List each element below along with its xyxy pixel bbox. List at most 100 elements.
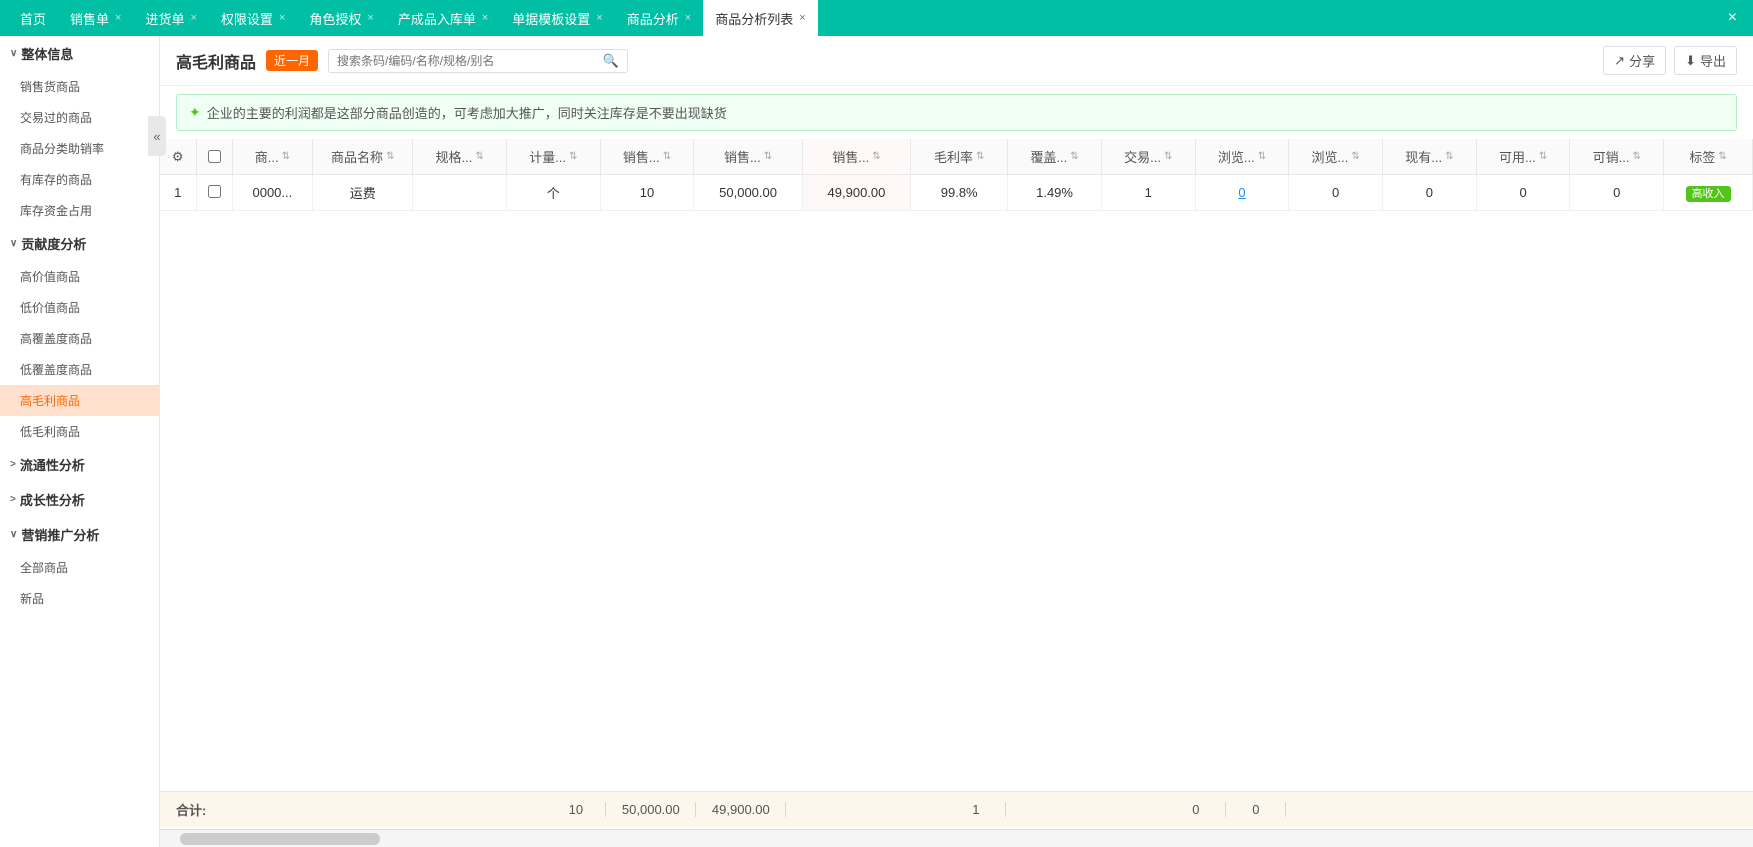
- th-coverage[interactable]: 覆盖... ⇅: [1008, 139, 1102, 175]
- th-view1[interactable]: 浏览... ⇅: [1195, 139, 1289, 175]
- sidebar-item-traded-goods[interactable]: 交易过的商品: [0, 102, 159, 133]
- export-button[interactable]: ⬇ 导出: [1674, 46, 1737, 75]
- bottom-scrollbar[interactable]: [160, 829, 1753, 847]
- nav-analysis-list[interactable]: 商品分析列表 ×: [703, 0, 817, 36]
- footer-cell-9: 1: [946, 802, 1006, 817]
- close-product-inbound-tab[interactable]: ×: [482, 12, 488, 24]
- action-buttons: ↗ 分享 ⬇ 导出: [1603, 46, 1737, 75]
- sort-unit-icon[interactable]: ⇅: [569, 151, 577, 162]
- th-view2[interactable]: 浏览... ⇅: [1289, 139, 1383, 175]
- footer-cell-13: 0: [1226, 802, 1286, 817]
- close-analysis-list-tab[interactable]: ×: [799, 12, 805, 24]
- cell-sales-amount: 50,000.00: [694, 175, 802, 211]
- nav-sales[interactable]: 销售单 ×: [58, 0, 133, 36]
- sidebar-item-all-goods[interactable]: 全部商品: [0, 552, 159, 583]
- th-name[interactable]: 商品名称 ⇅: [313, 139, 413, 175]
- th-sales-profit[interactable]: 销售... ⇅: [802, 139, 910, 175]
- date-filter-button[interactable]: 近一月: [266, 50, 318, 71]
- arrow-contribution: ∨: [10, 238, 17, 249]
- th-spec[interactable]: 规格... ⇅: [413, 139, 507, 175]
- sidebar-item-low-value[interactable]: 低价值商品: [0, 292, 159, 323]
- sort-code-icon[interactable]: ⇅: [282, 151, 290, 162]
- sort-name-icon[interactable]: ⇅: [386, 151, 394, 162]
- cell-stock-current: 0: [1383, 175, 1477, 211]
- nav-purchase[interactable]: 进货单 ×: [133, 0, 208, 36]
- close-roles-tab[interactable]: ×: [367, 12, 373, 24]
- table-header-row: ⚙ 商... ⇅: [160, 139, 1753, 175]
- sidebar-group-marketing[interactable]: ∨ 营销推广分析: [0, 517, 159, 552]
- close-purchase-tab[interactable]: ×: [190, 12, 196, 24]
- sidebar-item-high-coverage[interactable]: 高覆盖度商品: [0, 323, 159, 354]
- sort-available-icon[interactable]: ⇅: [1539, 151, 1547, 162]
- th-checkbox[interactable]: [196, 139, 232, 175]
- th-sales-qty[interactable]: 销售... ⇅: [600, 139, 694, 175]
- row-checkbox[interactable]: [208, 185, 221, 198]
- cell-name: 运费: [313, 175, 413, 211]
- sort-amount-icon[interactable]: ⇅: [764, 151, 772, 162]
- cell-code: 0000...: [232, 175, 313, 211]
- sidebar-item-category-ratio[interactable]: 商品分类助销率: [0, 133, 159, 164]
- sort-coverage-icon[interactable]: ⇅: [1070, 151, 1078, 162]
- sidebar-item-sales-goods[interactable]: 销售货商品: [0, 71, 159, 102]
- nav-permissions[interactable]: 权限设置 ×: [209, 0, 297, 36]
- search-box[interactable]: 🔍: [328, 49, 628, 73]
- sidebar-group-overview[interactable]: ∨ 整体信息: [0, 36, 159, 71]
- sort-qty-icon[interactable]: ⇅: [663, 151, 671, 162]
- nav-product-analysis[interactable]: 商品分析 ×: [615, 0, 703, 36]
- th-code[interactable]: 商... ⇅: [232, 139, 313, 175]
- sidebar-group-contribution[interactable]: ∨ 贡献度分析: [0, 226, 159, 261]
- sidebar-item-high-value[interactable]: 高价值商品: [0, 261, 159, 292]
- settings-icon[interactable]: ⚙: [172, 149, 184, 165]
- th-stock-current[interactable]: 现有... ⇅: [1383, 139, 1477, 175]
- th-gross-margin[interactable]: 毛利率 ⇅: [911, 139, 1008, 175]
- sort-margin-icon[interactable]: ⇅: [976, 151, 984, 162]
- page-title: 高毛利商品: [176, 49, 256, 73]
- th-stock-sellable[interactable]: 可销... ⇅: [1570, 139, 1664, 175]
- sort-view1-icon[interactable]: ⇅: [1258, 151, 1266, 162]
- sort-sellable-icon[interactable]: ⇅: [1633, 151, 1641, 162]
- th-transaction[interactable]: 交易... ⇅: [1101, 139, 1195, 175]
- sort-view2-icon[interactable]: ⇅: [1351, 151, 1359, 162]
- arrow-growth: >: [10, 494, 16, 505]
- nav-product-inbound[interactable]: 产成品入库单 ×: [386, 0, 500, 36]
- sidebar-collapse-button[interactable]: «: [148, 116, 166, 156]
- sidebar-item-stocked-goods[interactable]: 有库存的商品: [0, 164, 159, 195]
- nav-roles[interactable]: 角色授权 ×: [297, 0, 385, 36]
- sidebar-item-stock-capital[interactable]: 库存资金占用: [0, 195, 159, 226]
- sort-stock-icon[interactable]: ⇅: [1445, 151, 1453, 162]
- close-all-tabs[interactable]: ×: [1720, 9, 1745, 27]
- cell-stock-available: 0: [1476, 175, 1570, 211]
- nav-home[interactable]: 首页: [8, 0, 58, 36]
- export-icon: ⬇: [1685, 53, 1696, 69]
- table-container: ⚙ 商... ⇅: [160, 139, 1753, 847]
- nav-template-settings[interactable]: 单据模板设置 ×: [500, 0, 614, 36]
- footer-cell-6: 49,900.00: [696, 802, 786, 817]
- sort-transaction-icon[interactable]: ⇅: [1164, 151, 1172, 162]
- data-table: ⚙ 商... ⇅: [160, 139, 1753, 211]
- cell-view1[interactable]: 0: [1195, 175, 1289, 211]
- th-tag[interactable]: 标签 ⇅: [1664, 139, 1753, 175]
- sidebar-group-growth[interactable]: > 成长性分析: [0, 482, 159, 517]
- sidebar-item-low-coverage[interactable]: 低覆盖度商品: [0, 354, 159, 385]
- th-sales-amount[interactable]: 销售... ⇅: [694, 139, 802, 175]
- close-template-tab[interactable]: ×: [596, 12, 602, 24]
- close-sales-tab[interactable]: ×: [115, 12, 121, 24]
- search-icon[interactable]: 🔍: [603, 53, 619, 69]
- sort-profit-icon[interactable]: ⇅: [872, 151, 880, 162]
- select-all-checkbox[interactable]: [208, 150, 221, 163]
- search-input[interactable]: [337, 54, 603, 68]
- sidebar-group-liquidity[interactable]: > 流通性分析: [0, 447, 159, 482]
- th-stock-available[interactable]: 可用... ⇅: [1476, 139, 1570, 175]
- sort-spec-icon[interactable]: ⇅: [475, 151, 483, 162]
- sort-tag-icon[interactable]: ⇅: [1718, 151, 1726, 162]
- sidebar-item-high-margin[interactable]: 高毛利商品: [0, 385, 159, 416]
- cell-checkbox[interactable]: [196, 175, 232, 211]
- footer-cell-5: 50,000.00: [606, 802, 696, 817]
- close-permissions-tab[interactable]: ×: [279, 12, 285, 24]
- share-button[interactable]: ↗ 分享: [1603, 46, 1666, 75]
- scrollbar-thumb[interactable]: [180, 833, 380, 845]
- close-analysis-tab[interactable]: ×: [685, 12, 691, 24]
- th-unit[interactable]: 计量... ⇅: [506, 139, 600, 175]
- sidebar-item-new-products[interactable]: 新品: [0, 583, 159, 614]
- sidebar-item-low-margin[interactable]: 低毛利商品: [0, 416, 159, 447]
